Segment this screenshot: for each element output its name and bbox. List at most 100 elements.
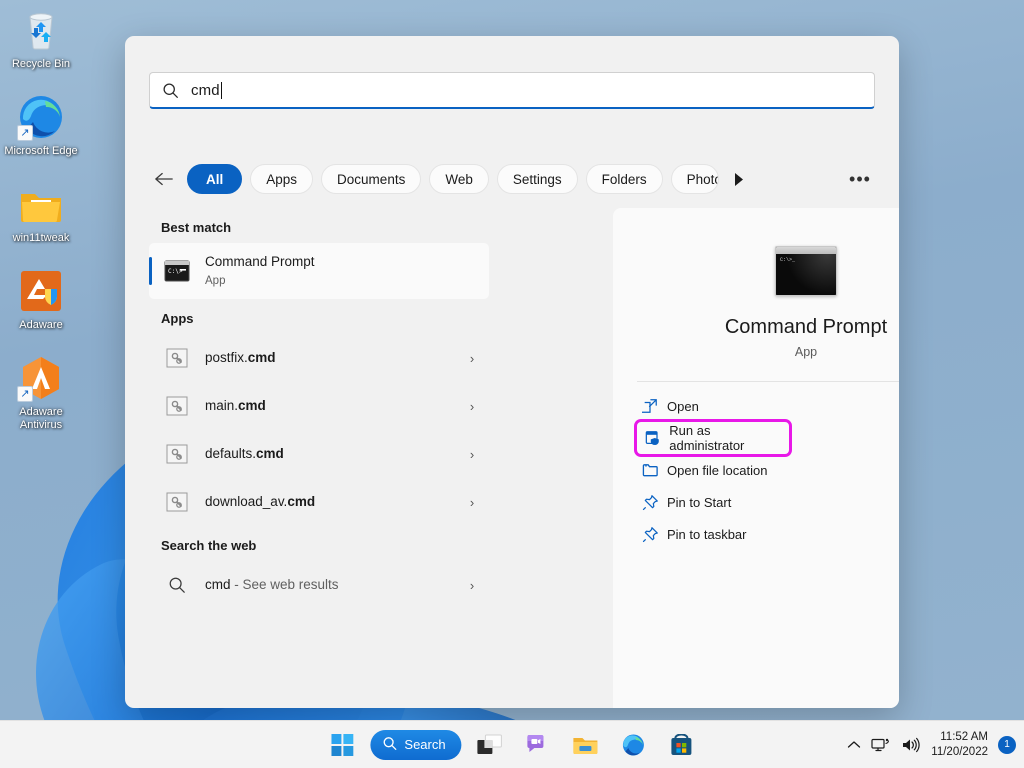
task-view-icon <box>477 734 503 756</box>
command-prompt-icon: C:\> <box>161 260 193 282</box>
action-pin-to-start[interactable]: Pin to Start <box>633 486 899 518</box>
action-open-file-location[interactable]: Open file location <box>633 454 899 486</box>
tab-label: All <box>206 172 223 187</box>
chevron-right-icon[interactable]: › <box>455 578 489 593</box>
taskbar-item-chat[interactable] <box>518 725 558 765</box>
section-header-apps: Apps <box>161 311 489 326</box>
result-app-download-av-cmd[interactable]: download_av.cmd › <box>149 478 489 526</box>
command-prompt-thumbnail-icon: C:\>_ <box>775 246 837 296</box>
back-arrow-icon[interactable] <box>149 171 179 187</box>
desktop-icon-recycle-bin[interactable]: Recycle Bin <box>2 6 80 71</box>
folder-icon <box>17 180 65 228</box>
search-input[interactable]: cmd <box>149 72 875 109</box>
start-button[interactable] <box>322 725 362 765</box>
result-app-postfix-cmd[interactable]: postfix.cmd › <box>149 334 489 382</box>
section-header-best-match: Best match <box>161 220 489 235</box>
search-flyout-panel: cmd All Apps Documents Web Settings <box>125 36 899 708</box>
chevron-right-icon[interactable]: › <box>455 399 489 414</box>
filter-tab-bar: All Apps Documents Web Settings Folders … <box>149 164 875 194</box>
preview-app-subtitle: App <box>613 345 899 359</box>
text-caret <box>221 82 222 99</box>
taskbar-search-label: Search <box>404 737 445 752</box>
chevron-right-icon[interactable]: › <box>455 351 489 366</box>
cmd-script-icon <box>161 348 193 368</box>
result-web-cmd[interactable]: cmd - See web results › <box>149 561 489 609</box>
taskbar-item-microsoft-edge[interactable] <box>614 725 654 765</box>
search-icon <box>161 576 193 594</box>
action-pin-to-taskbar[interactable]: Pin to taskbar <box>633 518 899 550</box>
desktop-icon-label: Recycle Bin <box>2 58 80 71</box>
search-results-list: Best match C:\> Command Prompt App Apps <box>149 208 489 708</box>
result-best-match-command-prompt[interactable]: C:\> Command Prompt App <box>149 243 489 299</box>
thumbnail-titlebar <box>776 247 836 254</box>
tab-settings[interactable]: Settings <box>497 164 578 194</box>
desktop-icon-label: win11tweak <box>2 232 80 245</box>
selection-accent-bar <box>149 257 152 285</box>
file-explorer-icon <box>573 734 599 756</box>
microsoft-edge-icon: ↗ <box>17 93 65 141</box>
thumbnail-prompt-text: C:\>_ <box>780 257 795 263</box>
section-header-search-the-web: Search the web <box>161 538 489 553</box>
result-title: Command Prompt <box>205 254 315 269</box>
tray-expand-chevron-icon[interactable] <box>847 740 861 750</box>
taskbar-search-button[interactable]: Search <box>370 730 461 760</box>
notification-badge[interactable]: 1 <box>998 736 1016 754</box>
shield-admin-icon <box>637 430 669 446</box>
more-options-icon[interactable]: ••• <box>845 174 875 184</box>
tab-apps[interactable]: Apps <box>250 164 313 194</box>
result-text: Command Prompt App <box>205 253 489 289</box>
pin-icon <box>633 526 667 543</box>
tab-documents[interactable]: Documents <box>321 164 421 194</box>
tab-folders[interactable]: Folders <box>586 164 663 194</box>
tab-web[interactable]: Web <box>429 164 489 194</box>
action-run-as-administrator[interactable]: Run as administrator <box>637 422 789 454</box>
clock-time: 11:52 AM <box>940 731 988 743</box>
shortcut-overlay-icon: ↗ <box>17 386 33 402</box>
chevron-right-icon[interactable]: › <box>455 495 489 510</box>
desktop-icon-adaware[interactable]: Adaware <box>2 267 80 332</box>
volume-icon[interactable] <box>901 737 921 753</box>
action-label: Pin to Start <box>667 495 731 510</box>
cmd-script-icon <box>161 444 193 464</box>
tab-label: Photos <box>687 172 719 187</box>
result-app-main-cmd[interactable]: main.cmd › <box>149 382 489 430</box>
clock-date: 11/20/2022 <box>931 746 988 758</box>
tab-label: Documents <box>337 172 405 187</box>
divider <box>637 381 899 382</box>
preview-action-list: Open Run as administrator <box>613 390 899 550</box>
action-label: Open <box>667 399 699 414</box>
adaware-antivirus-icon: ↗ <box>17 354 65 402</box>
scroll-tabs-right-icon[interactable] <box>729 173 749 186</box>
open-external-icon <box>633 398 667 414</box>
result-app-defaults-cmd[interactable]: defaults.cmd › <box>149 430 489 478</box>
taskbar: Search <box>0 720 1024 768</box>
pin-icon <box>633 494 667 511</box>
action-open[interactable]: Open <box>633 390 899 422</box>
result-title: main.cmd <box>205 397 455 415</box>
tab-label: Web <box>445 172 473 187</box>
action-label: Pin to taskbar <box>667 527 747 542</box>
clock[interactable]: 11:52 AM 11/20/2022 <box>931 730 988 760</box>
tab-all[interactable]: All <box>187 164 242 194</box>
shortcut-overlay-icon: ↗ <box>17 125 33 141</box>
action-label: Run as administrator <box>669 423 783 453</box>
desktop-icon-adaware-antivirus[interactable]: ↗ Adaware Antivirus <box>2 354 80 432</box>
chat-icon <box>526 734 550 756</box>
tab-photos[interactable]: Photos <box>671 164 719 194</box>
search-icon <box>162 82 179 99</box>
action-label: Open file location <box>667 463 767 478</box>
desktop-icon-microsoft-edge[interactable]: ↗ Microsoft Edge <box>2 93 80 158</box>
microsoft-store-icon <box>671 734 693 756</box>
taskbar-center-group: Search <box>322 725 701 765</box>
tab-label: Folders <box>602 172 647 187</box>
network-icon[interactable] <box>871 737 891 753</box>
result-title: download_av.cmd <box>205 493 455 511</box>
taskbar-item-file-explorer[interactable] <box>566 725 606 765</box>
folder-icon <box>633 462 667 478</box>
chevron-right-icon[interactable]: › <box>455 447 489 462</box>
result-title: postfix.cmd <box>205 349 455 367</box>
taskbar-item-task-view[interactable] <box>470 725 510 765</box>
taskbar-item-microsoft-store[interactable] <box>662 725 702 765</box>
microsoft-edge-icon <box>622 733 646 757</box>
desktop-icon-win11tweak[interactable]: win11tweak <box>2 180 80 245</box>
